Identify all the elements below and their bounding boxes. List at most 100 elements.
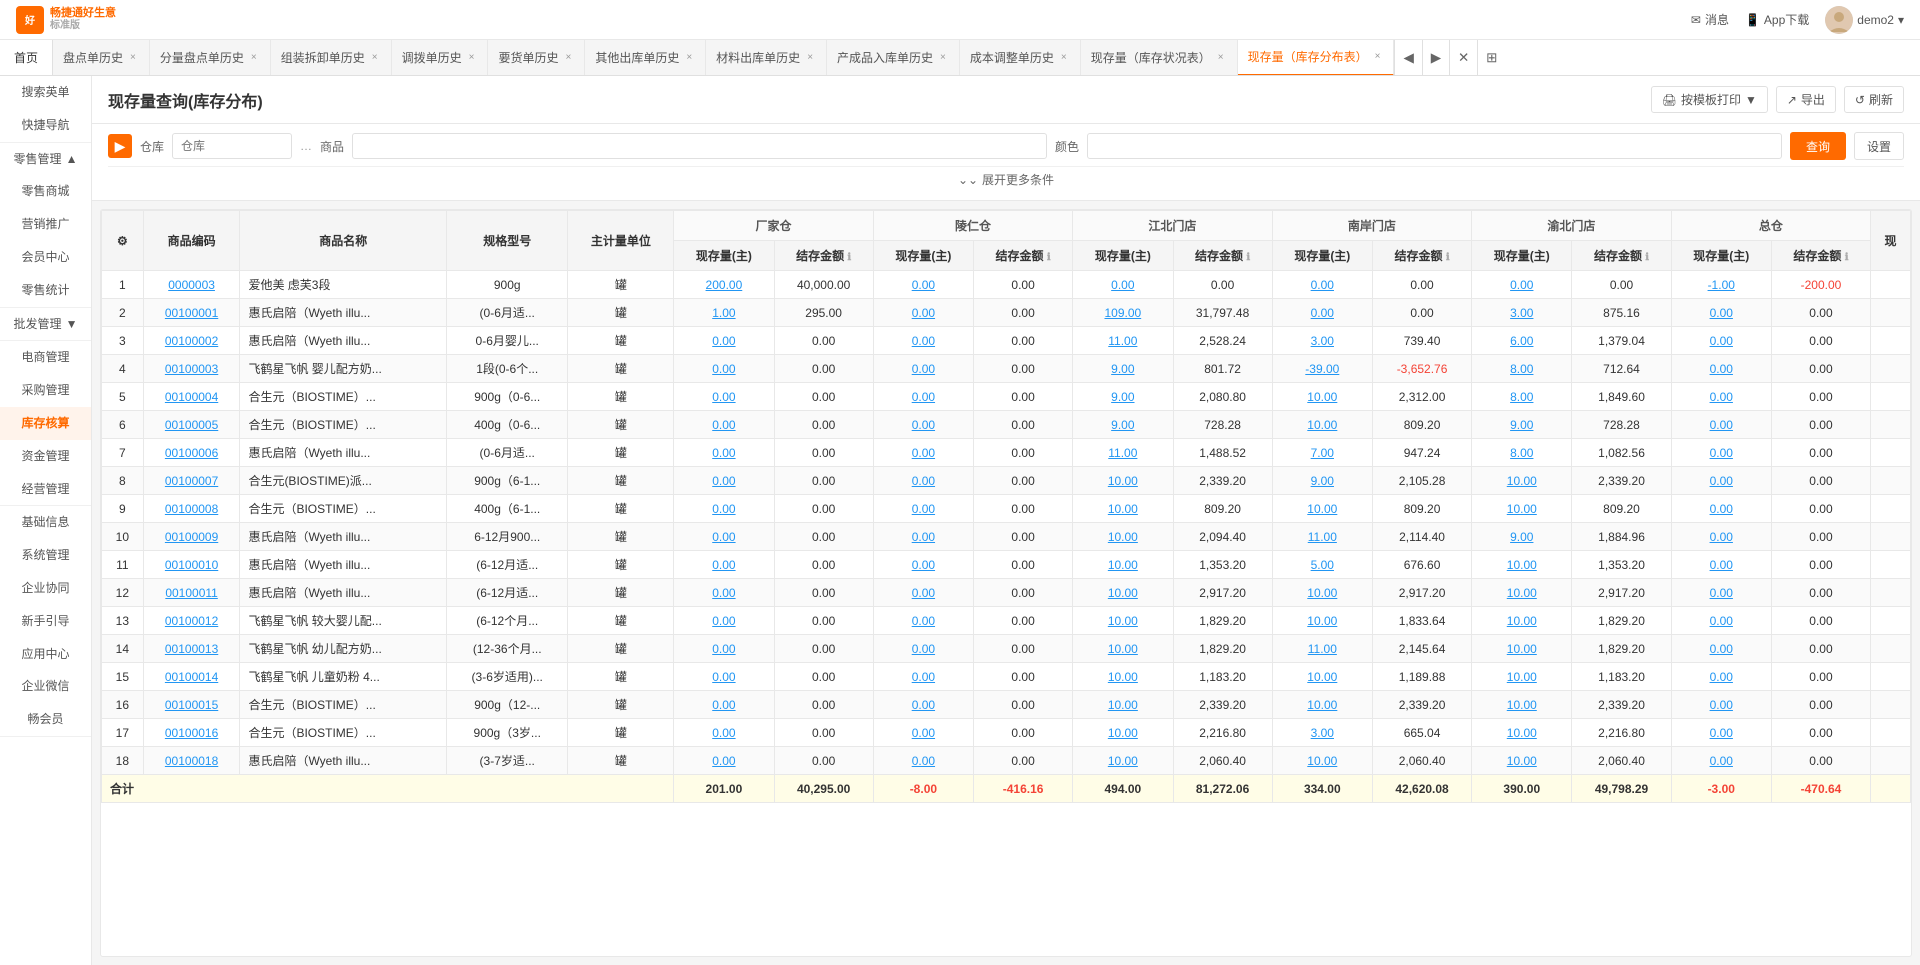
cell-linhe-stock[interactable]: 0.00 xyxy=(873,439,973,467)
cell-factory-stock[interactable]: 0.00 xyxy=(674,691,774,719)
sidebar-item-mkt-promo[interactable]: 营销推广 xyxy=(0,208,91,241)
tab-next-btn[interactable]: ▶ xyxy=(1422,40,1449,76)
tab-home[interactable]: 首页 xyxy=(0,40,53,76)
cell-code[interactable]: 00100009 xyxy=(143,523,240,551)
filter-expand-btn[interactable]: ▶ xyxy=(108,134,132,158)
cell-total-stock[interactable]: 0.00 xyxy=(1671,607,1771,635)
cell-jiangbei-stock[interactable]: 9.00 xyxy=(1073,355,1173,383)
tab-prev-btn[interactable]: ◀ xyxy=(1394,40,1421,76)
sidebar-item-member-center[interactable]: 会员中心 xyxy=(0,241,91,274)
cell-linhe-stock[interactable]: 0.00 xyxy=(873,271,973,299)
cell-factory-stock[interactable]: 0.00 xyxy=(674,327,774,355)
info-icon-1[interactable]: ℹ xyxy=(847,252,851,263)
cell-linhe-stock[interactable]: 0.00 xyxy=(873,747,973,775)
sidebar-item-ops-mgmt[interactable]: 经营管理 xyxy=(0,473,91,506)
cell-nanan-stock[interactable]: -39.00 xyxy=(1272,355,1372,383)
cell-nanan-stock[interactable]: 10.00 xyxy=(1272,411,1372,439)
cell-factory-stock[interactable]: 0.00 xyxy=(674,523,774,551)
sidebar-item-finance-mgmt[interactable]: 资金管理 xyxy=(0,440,91,473)
cell-factory-stock[interactable]: 0.00 xyxy=(674,411,774,439)
cell-total-stock[interactable]: 0.00 xyxy=(1671,411,1771,439)
sidebar-item-search-hero[interactable]: 搜索英单 xyxy=(0,76,91,109)
info-icon-5[interactable]: ℹ xyxy=(1645,252,1649,263)
cell-jiangbei-stock[interactable]: 10.00 xyxy=(1073,551,1173,579)
cell-total-stock[interactable]: 0.00 xyxy=(1671,383,1771,411)
cell-total-stock[interactable]: 0.00 xyxy=(1671,523,1771,551)
info-icon-3[interactable]: ℹ xyxy=(1246,252,1250,263)
cell-linhe-stock[interactable]: 0.00 xyxy=(873,719,973,747)
cell-code[interactable]: 00100010 xyxy=(143,551,240,579)
cell-total-stock[interactable]: 0.00 xyxy=(1671,747,1771,775)
cell-jiangbei-stock[interactable]: 0.00 xyxy=(1073,271,1173,299)
tab-group-disassemble[interactable]: 组装拆卸单历史 × xyxy=(271,40,392,76)
cell-total-stock[interactable]: 0.00 xyxy=(1671,663,1771,691)
cell-yubei-stock[interactable]: 3.00 xyxy=(1472,299,1572,327)
cell-total-stock[interactable]: -1.00 xyxy=(1671,271,1771,299)
cell-jiangbei-stock[interactable]: 10.00 xyxy=(1073,467,1173,495)
cell-linhe-stock[interactable]: 0.00 xyxy=(873,495,973,523)
cell-jiangbei-stock[interactable]: 10.00 xyxy=(1073,663,1173,691)
cell-code[interactable]: 00100012 xyxy=(143,607,240,635)
sidebar-item-inventory-check[interactable]: 库存核算 xyxy=(0,407,91,440)
cell-nanan-stock[interactable]: 9.00 xyxy=(1272,467,1372,495)
cell-linhe-stock[interactable]: 0.00 xyxy=(873,551,973,579)
sidebar-item-corp-collab[interactable]: 企业协同 xyxy=(0,572,91,605)
cell-linhe-stock[interactable]: 0.00 xyxy=(873,523,973,551)
cell-linhe-stock[interactable]: 0.00 xyxy=(873,663,973,691)
close-tab-transfer[interactable]: × xyxy=(466,51,478,64)
query-btn[interactable]: 查询 xyxy=(1790,132,1846,160)
tab-cost-adjust[interactable]: 成本调整单历史 × xyxy=(960,40,1081,76)
cell-total-stock[interactable]: 0.00 xyxy=(1671,439,1771,467)
tab-expand-btn[interactable]: ⊞ xyxy=(1477,40,1505,76)
sidebar-item-sys-mgmt[interactable]: 系统管理 xyxy=(0,539,91,572)
cell-yubei-stock[interactable]: 8.00 xyxy=(1472,355,1572,383)
cell-linhe-stock[interactable]: 0.00 xyxy=(873,355,973,383)
cell-code[interactable]: 00100006 xyxy=(143,439,240,467)
cell-jiangbei-stock[interactable]: 10.00 xyxy=(1073,719,1173,747)
cell-total-stock[interactable]: 0.00 xyxy=(1671,719,1771,747)
cell-factory-stock[interactable]: 0.00 xyxy=(674,719,774,747)
sidebar-item-ecom-mgmt[interactable]: 电商管理 xyxy=(0,341,91,374)
close-tab-other-out[interactable]: × xyxy=(683,51,695,64)
cell-factory-stock[interactable]: 0.00 xyxy=(674,495,774,523)
cell-nanan-stock[interactable]: 7.00 xyxy=(1272,439,1372,467)
cell-total-stock[interactable]: 0.00 xyxy=(1671,635,1771,663)
tab-material-out[interactable]: 材料出库单历史 × xyxy=(706,40,827,76)
cell-linhe-stock[interactable]: 0.00 xyxy=(873,579,973,607)
cell-nanan-stock[interactable]: 10.00 xyxy=(1272,663,1372,691)
cell-total-stock[interactable]: 0.00 xyxy=(1671,691,1771,719)
tab-product-in[interactable]: 产成品入库单历史 × xyxy=(827,40,960,76)
cell-total-stock[interactable]: 0.00 xyxy=(1671,551,1771,579)
info-icon-6[interactable]: ℹ xyxy=(1845,252,1849,263)
tab-transfer[interactable]: 调拨单历史 × xyxy=(392,40,489,76)
cell-nanan-stock[interactable]: 10.00 xyxy=(1272,495,1372,523)
close-tab-cost-adjust[interactable]: × xyxy=(1058,51,1070,64)
cell-code[interactable]: 00100016 xyxy=(143,719,240,747)
cell-jiangbei-stock[interactable]: 10.00 xyxy=(1073,747,1173,775)
cell-factory-stock[interactable]: 1.00 xyxy=(674,299,774,327)
cell-code[interactable]: 00100014 xyxy=(143,663,240,691)
settings-gear-icon[interactable]: ⚙ xyxy=(117,234,128,248)
cell-yubei-stock[interactable]: 6.00 xyxy=(1472,327,1572,355)
cell-factory-stock[interactable]: 0.00 xyxy=(674,439,774,467)
cell-code[interactable]: 0000003 xyxy=(143,271,240,299)
close-tab-requisition[interactable]: × xyxy=(562,51,574,64)
close-tab-group-disassemble[interactable]: × xyxy=(369,51,381,64)
tab-close-all-btn[interactable]: ✕ xyxy=(1449,40,1477,76)
close-tab-inventory-count[interactable]: × xyxy=(127,51,139,64)
message-btn[interactable]: ✉ 消息 xyxy=(1691,11,1729,28)
cell-yubei-stock[interactable]: 8.00 xyxy=(1472,439,1572,467)
cell-factory-stock[interactable]: 0.00 xyxy=(674,635,774,663)
cell-yubei-stock[interactable]: 10.00 xyxy=(1472,635,1572,663)
cell-code[interactable]: 00100002 xyxy=(143,327,240,355)
cell-jiangbei-stock[interactable]: 10.00 xyxy=(1073,523,1173,551)
cell-code[interactable]: 00100007 xyxy=(143,467,240,495)
refresh-btn[interactable]: ↺ 刷新 xyxy=(1844,86,1904,113)
sidebar-item-corp-wechat[interactable]: 企业微信 xyxy=(0,670,91,703)
sidebar-item-basic-info[interactable]: 基础信息 xyxy=(0,506,91,539)
cell-yubei-stock[interactable]: 10.00 xyxy=(1472,719,1572,747)
cell-yubei-stock[interactable]: 10.00 xyxy=(1472,691,1572,719)
cell-yubei-stock[interactable]: 10.00 xyxy=(1472,495,1572,523)
close-tab-stock-status[interactable]: × xyxy=(1215,51,1227,64)
close-tab-product-in[interactable]: × xyxy=(937,51,949,64)
